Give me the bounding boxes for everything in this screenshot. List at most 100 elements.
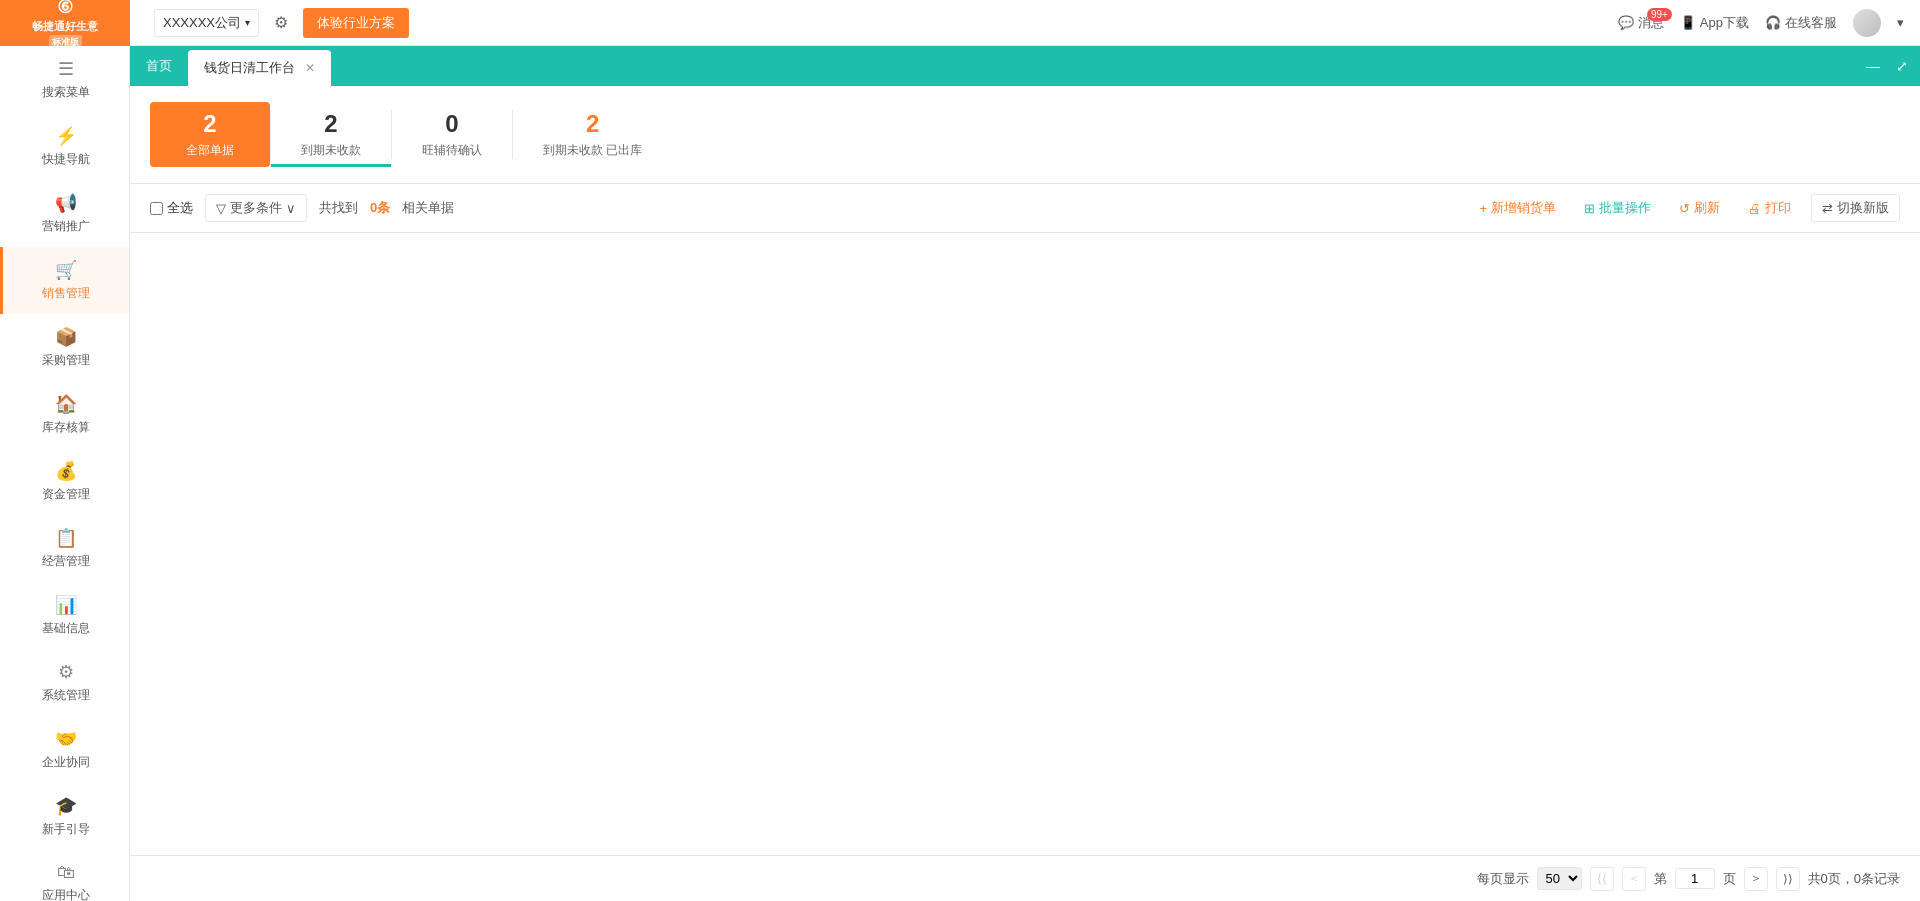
add-order-button[interactable]: + 新增销货单 bbox=[1471, 195, 1564, 221]
page-label: 第 bbox=[1654, 870, 1667, 888]
enterprise-icon: 🤝 bbox=[55, 728, 77, 750]
print-label: 打印 bbox=[1765, 199, 1791, 217]
stat-overdue[interactable]: 2 到期未收款 bbox=[271, 102, 391, 167]
tab-workbench-label: 钱货日清工作台 bbox=[204, 59, 295, 77]
sidebar-item-inventory[interactable]: 🏠 库存核算 bbox=[0, 381, 129, 448]
per-page-select[interactable]: 50 bbox=[1537, 867, 1582, 890]
select-all-checkbox[interactable] bbox=[150, 202, 163, 215]
sidebar-item-appcenter[interactable]: 🛍 应用中心 bbox=[0, 850, 129, 901]
found-prefix: 共找到 bbox=[319, 199, 358, 217]
stat-shipped-num: 2 bbox=[586, 110, 599, 138]
message-action[interactable]: 💬 消息 99+ bbox=[1618, 14, 1664, 32]
inventory-icon: 🏠 bbox=[55, 393, 77, 415]
stat-all[interactable]: 2 全部单据 bbox=[150, 102, 270, 167]
switch-version-button[interactable]: ⇄ 切换新版 bbox=[1811, 194, 1900, 222]
stat-wangfu[interactable]: 0 旺辅待确认 bbox=[392, 102, 512, 167]
sidebar-item-enterprise[interactable]: 🤝 企业协同 bbox=[0, 716, 129, 783]
tab-home[interactable]: 首页 bbox=[130, 46, 188, 86]
switch-icon: ⇄ bbox=[1822, 201, 1833, 216]
sidebar-item-quicknav[interactable]: ⚡ 快捷导航 bbox=[0, 113, 129, 180]
sidebar-item-basics[interactable]: 📊 基础信息 bbox=[0, 582, 129, 649]
toolbar-right: + 新增销货单 ⊞ 批量操作 ↺ 刷新 🖨 打印 bbox=[1471, 194, 1900, 222]
stat-all-label: 全部单据 bbox=[186, 142, 234, 159]
sidebar-item-label: 经营管理 bbox=[42, 553, 90, 570]
app-download-label: App下载 bbox=[1700, 14, 1749, 32]
user-name[interactable]: ▾ bbox=[1897, 15, 1904, 30]
avatar-image bbox=[1853, 9, 1881, 37]
logo-text: 畅捷通好生意 bbox=[32, 19, 98, 34]
sidebar-item-label: 新手引导 bbox=[42, 821, 90, 838]
print-button[interactable]: 🖨 打印 bbox=[1740, 195, 1799, 221]
per-page-label: 每页显示 bbox=[1477, 870, 1529, 888]
sidebar-item-label: 搜索菜单 bbox=[42, 84, 90, 101]
filter-button[interactable]: ▽ 更多条件 ∨ bbox=[205, 194, 307, 222]
operations-icon: 📋 bbox=[55, 527, 77, 549]
found-suffix: 相关单据 bbox=[402, 199, 454, 217]
stats-bar: 2 全部单据 2 到期未收款 0 旺辅待确认 2 到期未收款 已出库 bbox=[130, 86, 1920, 184]
sidebar-item-label: 采购管理 bbox=[42, 352, 90, 369]
headset-icon: 🎧 bbox=[1765, 15, 1781, 30]
basics-icon: 📊 bbox=[55, 594, 77, 616]
company-selector[interactable]: XXXXXX公司 ▾ bbox=[154, 9, 259, 37]
stat-all-num: 2 bbox=[203, 110, 216, 138]
next-page-button[interactable]: ＞ bbox=[1744, 867, 1768, 891]
toolbar: 全选 ▽ 更多条件 ∨ 共找到 0条 相关单据 + 新增销货单 ⊞ bbox=[130, 184, 1920, 233]
print-icon: 🖨 bbox=[1748, 201, 1761, 216]
pagination: 每页显示 50 ⟨⟨ ＜ 第 页 ＞ ⟩⟩ 共0页，0条记录 bbox=[130, 855, 1920, 901]
page-input[interactable] bbox=[1675, 868, 1715, 889]
table-area bbox=[130, 233, 1920, 855]
select-all-label[interactable]: 全选 bbox=[150, 199, 193, 217]
top-header: ⑥ 畅捷通好生意 标准版 XXXXXX公司 ▾ ⚙ 体验行业方案 💬 消息 99… bbox=[0, 0, 1920, 46]
prev-page-button[interactable]: ＜ bbox=[1622, 867, 1646, 891]
header-left: ⑥ 畅捷通好生意 标准版 XXXXXX公司 ▾ ⚙ 体验行业方案 bbox=[0, 0, 409, 46]
online-service-label: 在线客服 bbox=[1785, 14, 1837, 32]
message-icon: 💬 bbox=[1618, 15, 1634, 30]
switch-label: 切换新版 bbox=[1837, 199, 1889, 217]
select-all-text: 全选 bbox=[167, 199, 193, 217]
filter-label: 更多条件 bbox=[230, 199, 282, 217]
main-layout: ☰ 搜索菜单 ⚡ 快捷导航 📢 营销推广 🛒 销售管理 📦 采购管理 🏠 库存核… bbox=[0, 46, 1920, 901]
tab-expand-icon[interactable]: ⤢ bbox=[1892, 54, 1912, 78]
stat-overdue-label: 到期未收款 bbox=[301, 142, 361, 159]
message-badge: 99+ bbox=[1647, 8, 1672, 21]
sidebar-item-label: 基础信息 bbox=[42, 620, 90, 637]
logo-icon: ⑥ bbox=[57, 0, 73, 18]
filter-chevron-icon: ∨ bbox=[286, 201, 296, 216]
sidebar: ☰ 搜索菜单 ⚡ 快捷导航 📢 营销推广 🛒 销售管理 📦 采购管理 🏠 库存核… bbox=[0, 46, 130, 901]
batch-operation-button[interactable]: ⊞ 批量操作 bbox=[1576, 195, 1659, 221]
stat-wangfu-num: 0 bbox=[445, 110, 458, 138]
sidebar-item-label: 应用中心 bbox=[42, 887, 90, 901]
sidebar-item-marketing[interactable]: 📢 营销推广 bbox=[0, 180, 129, 247]
sidebar-item-purchase[interactable]: 📦 采购管理 bbox=[0, 314, 129, 381]
stat-shipped-label: 到期未收款 已出库 bbox=[543, 142, 642, 159]
last-page-button[interactable]: ⟩⟩ bbox=[1776, 867, 1800, 891]
total-label: 共0页，0条记录 bbox=[1808, 870, 1900, 888]
chevron-down-icon: ▾ bbox=[245, 17, 250, 28]
experience-button[interactable]: 体验行业方案 bbox=[303, 8, 409, 38]
tab-workbench[interactable]: 钱货日清工作台 ✕ bbox=[188, 50, 331, 86]
plus-icon: + bbox=[1479, 201, 1487, 216]
tab-controls: — ⤢ bbox=[1862, 54, 1920, 78]
appcenter-icon: 🛍 bbox=[57, 862, 75, 883]
online-service-action[interactable]: 🎧 在线客服 bbox=[1765, 14, 1837, 32]
refresh-button[interactable]: ↺ 刷新 bbox=[1671, 195, 1728, 221]
mobile-icon: 📱 bbox=[1680, 15, 1696, 30]
sidebar-item-search[interactable]: ☰ 搜索菜单 bbox=[0, 46, 129, 113]
first-page-button[interactable]: ⟨⟨ bbox=[1590, 867, 1614, 891]
avatar[interactable] bbox=[1853, 9, 1881, 37]
filter-icon: ▽ bbox=[216, 201, 226, 216]
tab-close-icon[interactable]: ✕ bbox=[305, 61, 315, 75]
settings-icon[interactable]: ⚙ bbox=[267, 9, 295, 37]
sidebar-item-sales[interactable]: 🛒 销售管理 bbox=[0, 247, 129, 314]
sidebar-item-system[interactable]: ⚙ 系统管理 bbox=[0, 649, 129, 716]
sidebar-item-finance[interactable]: 💰 资金管理 bbox=[0, 448, 129, 515]
system-icon: ⚙ bbox=[58, 661, 74, 683]
sidebar-item-newbie[interactable]: 🎓 新手引导 bbox=[0, 783, 129, 850]
batch-icon: ⊞ bbox=[1584, 201, 1595, 216]
sidebar-item-operations[interactable]: 📋 经营管理 bbox=[0, 515, 129, 582]
tab-minimize-icon[interactable]: — bbox=[1862, 54, 1884, 78]
batch-label: 批量操作 bbox=[1599, 199, 1651, 217]
sidebar-item-label: 企业协同 bbox=[42, 754, 90, 771]
stat-shipped[interactable]: 2 到期未收款 已出库 bbox=[513, 102, 672, 167]
app-download-action[interactable]: 📱 App下载 bbox=[1680, 14, 1749, 32]
